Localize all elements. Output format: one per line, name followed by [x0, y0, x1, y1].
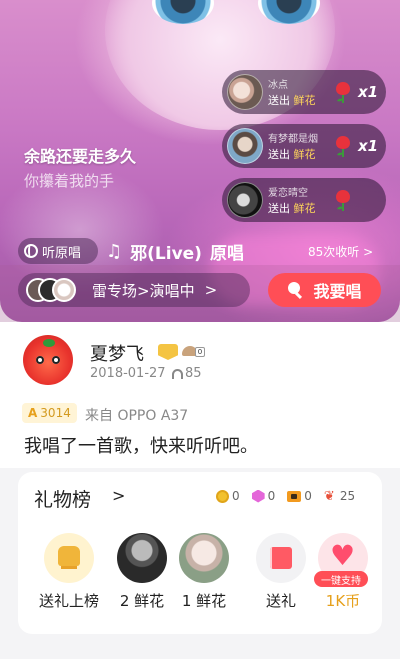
- avatar-stack: [18, 273, 82, 307]
- gift-message: 冰点 送出 鲜花 x1: [222, 70, 386, 114]
- gem-count: 0: [267, 489, 276, 503]
- listen-original-label: 听原唱: [42, 245, 82, 261]
- lyric-next: 你攥着我的手: [24, 172, 115, 190]
- avatar-eyes: [36, 356, 60, 364]
- send-gift-label[interactable]: 送礼: [250, 590, 312, 611]
- flower-icon: ❦: [323, 488, 335, 504]
- user-avatar[interactable]: [23, 335, 73, 385]
- microphone-icon: [287, 282, 303, 298]
- leaf-decoration: [43, 339, 55, 347]
- rose-icon: [336, 82, 350, 103]
- headphones-icon: [172, 368, 183, 379]
- support-coin-label: 1K币: [325, 592, 361, 610]
- rank-label: 1 鲜花: [181, 592, 227, 610]
- avatar: [52, 278, 76, 302]
- gift-action: 送出 鲜花: [268, 94, 316, 107]
- song-title: 邪(Live): [130, 244, 202, 264]
- flower-count: 25: [339, 489, 356, 503]
- one-tap-support-tag[interactable]: 一键支持: [314, 571, 368, 587]
- coin-count: 0: [232, 489, 240, 503]
- rose-icon: [336, 190, 350, 211]
- post-description: 我唱了一首歌，快来听听吧。: [24, 436, 258, 457]
- concert-label: 雷专场>演唱中: [92, 281, 195, 300]
- sender-avatar[interactable]: [227, 128, 263, 164]
- play-count-value: 85: [185, 366, 202, 381]
- rose-icon: [336, 136, 350, 157]
- gem-icon: [251, 489, 265, 503]
- listen-count[interactable]: 85次收听 >: [308, 243, 373, 260]
- gift-message: 爱恋晴空 送出 鲜花: [222, 178, 386, 222]
- globe-icon: [24, 244, 38, 258]
- song-original-label: 原唱: [209, 244, 244, 264]
- device-label: 来自 OPPO A37: [85, 408, 189, 424]
- score-value: 3014: [40, 406, 71, 420]
- sing-button[interactable]: 我要唱: [268, 273, 381, 307]
- listen-original-button[interactable]: 听原唱: [18, 238, 98, 264]
- level-number: 0: [195, 347, 205, 357]
- chevron-right-icon[interactable]: >: [112, 486, 125, 505]
- chevron-right-icon: >: [204, 281, 218, 299]
- box-count: 0: [304, 489, 312, 503]
- send-gift-rank-icon[interactable]: [44, 533, 94, 583]
- play-count: 85: [172, 366, 202, 381]
- gift-message: 有梦都是烟 送出 鲜花 x1: [222, 124, 386, 168]
- level-badge-icon: 0: [182, 343, 206, 359]
- score-icon: A: [28, 406, 38, 420]
- gift-count: x1: [358, 137, 379, 155]
- sender-avatar[interactable]: [227, 74, 263, 110]
- heart-icon: ♥: [330, 539, 356, 572]
- user-name[interactable]: 夏梦飞: [90, 340, 144, 366]
- sender-name: 有梦都是烟: [268, 134, 318, 145]
- gift-action: 送出 鲜花: [268, 202, 316, 215]
- gift-action: 送出 鲜花: [268, 148, 316, 161]
- song-info: ♫ 邪(Live) 原唱: [106, 239, 244, 264]
- rank-label[interactable]: 送礼上榜: [34, 590, 104, 611]
- song-page: 余路还要走多久 你攥着我的手 冰点 送出 鲜花 x1 有梦都是烟 送出 鲜花 x…: [0, 0, 400, 659]
- gift-count: x1: [358, 83, 379, 101]
- gift-stats: 0 0 0 ❦ 25: [216, 489, 355, 503]
- gift-rank-title[interactable]: 礼物榜: [34, 485, 91, 512]
- gift-box-icon[interactable]: [256, 533, 306, 583]
- music-note-icon: ♫: [106, 241, 123, 262]
- sing-button-label: 我要唱: [313, 282, 362, 301]
- concert-entry[interactable]: 雷专场>演唱中 >: [18, 273, 250, 307]
- rank-label: 2 鲜花: [119, 592, 165, 610]
- sender-name: 爱恋晴空: [268, 188, 308, 199]
- coin-icon: [216, 489, 229, 503]
- treasure-box-icon: [287, 490, 302, 502]
- avatar[interactable]: [179, 533, 229, 583]
- post-date: 2018-01-27: [90, 366, 166, 381]
- sender-name: 冰点: [268, 80, 288, 91]
- sender-avatar[interactable]: [227, 182, 263, 218]
- score-badge: A 3014: [22, 403, 77, 423]
- avatar[interactable]: [117, 533, 167, 583]
- lyric-current: 余路还要走多久: [24, 147, 137, 166]
